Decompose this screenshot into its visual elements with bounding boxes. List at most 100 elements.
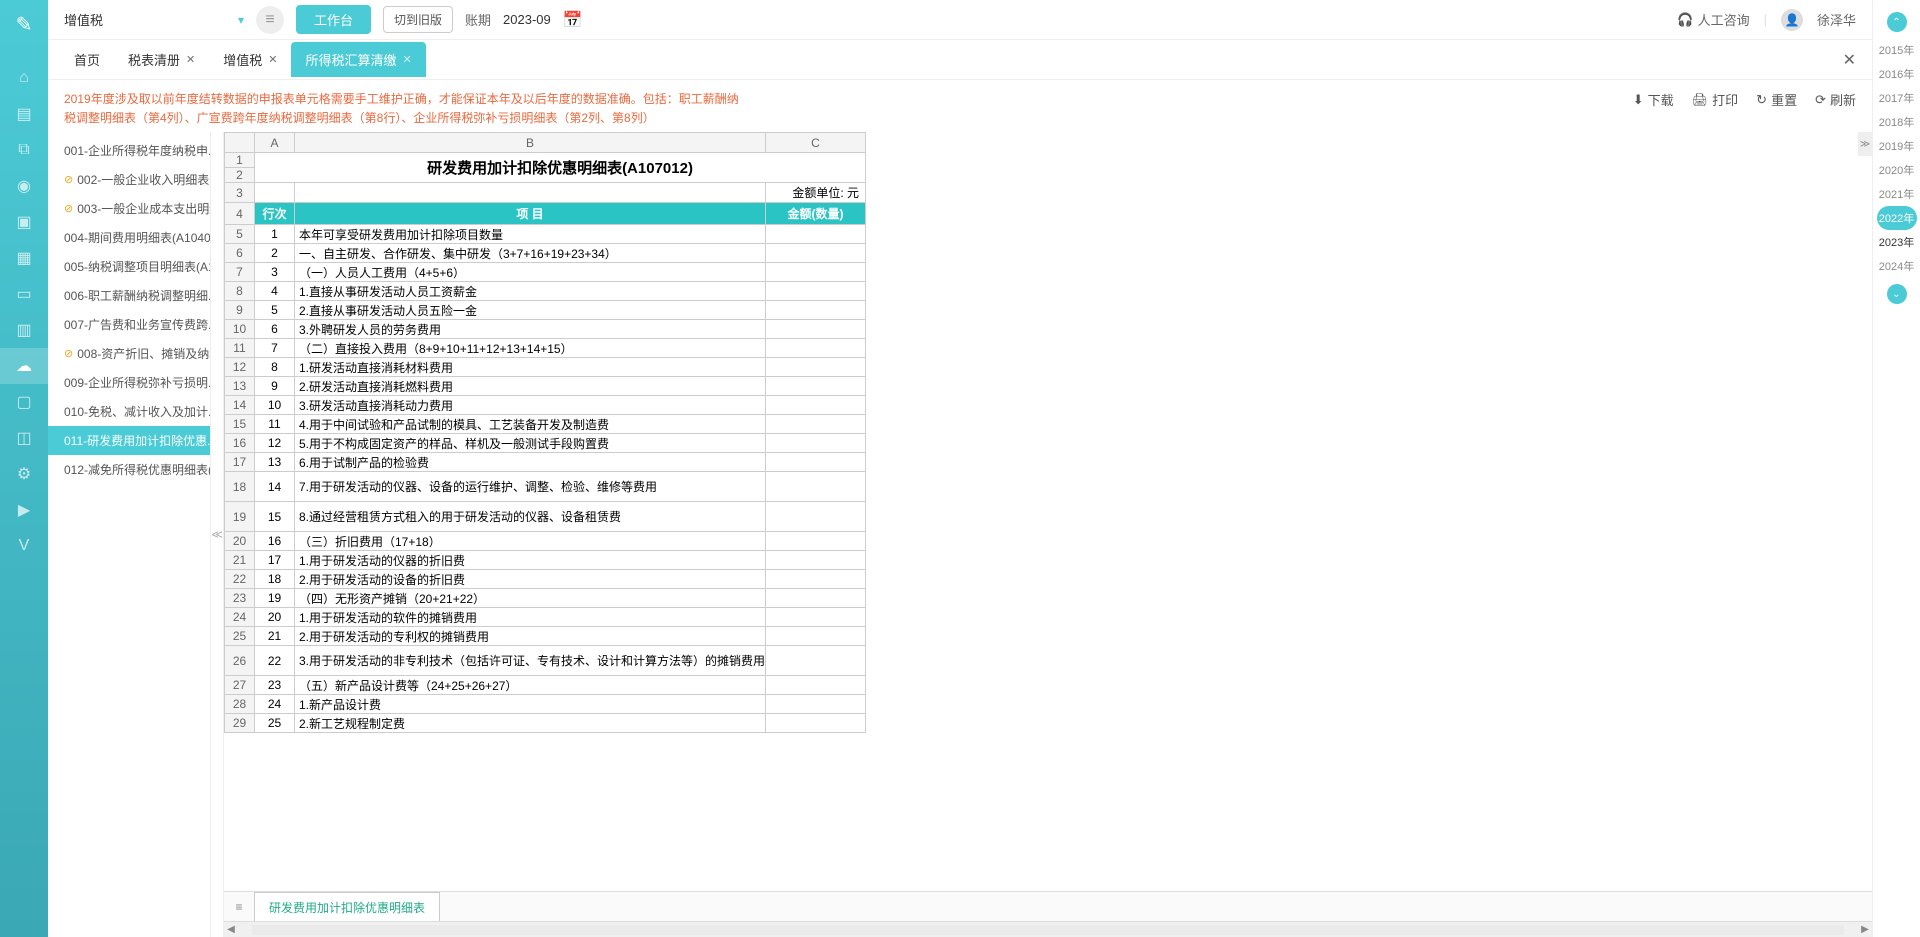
item-row-24[interactable]: 1.新产品设计费 (295, 695, 766, 714)
year-2018年[interactable]: 2018年 (1877, 110, 1917, 134)
tab-1[interactable]: 税表清册✕ (114, 42, 209, 77)
nav-video-icon[interactable]: ▶ (0, 492, 48, 528)
spreadsheet[interactable]: ABC1研发费用加计扣除优惠明细表(A107012)23金额单位: 元4行次项 … (224, 132, 1872, 891)
form-item-11[interactable]: 012-减免所得税优惠明细表(... (48, 455, 210, 484)
tab-2[interactable]: 增值税✕ (209, 42, 291, 77)
form-item-7[interactable]: ⊘008-资产折旧、摊销及纳税... (48, 339, 210, 368)
item-row-11[interactable]: 4.用于中间试验和产品试制的模具、工艺装备开发及制造费 (295, 415, 766, 434)
year-2017年[interactable]: 2017年 (1877, 86, 1917, 110)
nav-home-icon[interactable]: ⌂ (0, 60, 48, 96)
reset-button[interactable]: ↻重置 (1756, 90, 1797, 109)
item-row-22[interactable]: 3.用于研发活动的非专利技术（包括许可证、专有技术、设计和计算方法等）的摊销费用 (295, 646, 766, 676)
refresh-button[interactable]: ⟳刷新 (1815, 90, 1856, 109)
year-2022年[interactable]: 2022年 (1877, 206, 1917, 230)
year-down-button[interactable]: ⌄ (1887, 284, 1907, 304)
nav-clipboard-icon[interactable]: ▣ (0, 204, 48, 240)
scroll-right-icon[interactable]: ▶ (1858, 924, 1872, 935)
col-header-A[interactable]: A (255, 133, 295, 153)
item-row-21[interactable]: 2.用于研发活动的专利权的摊销费用 (295, 627, 766, 646)
period-value[interactable]: 2023-09 (503, 12, 551, 27)
download-button[interactable]: ⬇下载 (1633, 90, 1674, 109)
year-2016年[interactable]: 2016年 (1877, 62, 1917, 86)
col-header-B[interactable]: B (295, 133, 766, 153)
tab-close-icon[interactable]: ✕ (186, 53, 195, 66)
tab-3[interactable]: 所得税汇算清缴✕ (291, 42, 425, 77)
item-row-14[interactable]: 7.用于研发活动的仪器、设备的运行维护、调整、检验、维修等费用 (295, 472, 766, 502)
form-item-4[interactable]: 005-纳税调整项目明细表(A1... (48, 252, 210, 281)
year-2015年[interactable]: 2015年 (1877, 38, 1917, 62)
nav-doc-icon[interactable]: ▤ (0, 96, 48, 132)
year-2019年[interactable]: 2019年 (1877, 134, 1917, 158)
form-item-6[interactable]: 007-广告费和业务宣传费跨... (48, 310, 210, 339)
nav-calendar-icon[interactable]: ▥ (0, 312, 48, 348)
year-up-button[interactable]: ⌃ (1887, 12, 1907, 32)
nav-settings-icon[interactable]: ⚙ (0, 456, 48, 492)
item-row-19[interactable]: （四）无形资产摊销（20+21+22） (295, 589, 766, 608)
user-avatar[interactable]: 👤 (1781, 9, 1803, 31)
year-2021年[interactable]: 2021年 (1877, 182, 1917, 206)
nav-money-icon[interactable]: ◉ (0, 168, 48, 204)
tab-close-icon[interactable]: ✕ (268, 53, 277, 66)
nav-archive-icon[interactable]: ▢ (0, 384, 48, 420)
horizontal-scrollbar[interactable]: ◀ ▶ (224, 921, 1872, 937)
item-row-6[interactable]: 3.外聘研发人员的劳务费用 (295, 320, 766, 339)
sheet-title[interactable]: 研发费用加计扣除优惠明细表(A107012) (255, 153, 866, 183)
item-row-18[interactable]: 2.用于研发活动的设备的折旧费 (295, 570, 766, 589)
item-row-1[interactable]: 本年可享受研发费用加计扣除项目数量 (295, 225, 766, 244)
nav-report-icon[interactable]: ▦ (0, 240, 48, 276)
item-row-8[interactable]: 1.研发活动直接消耗材料费用 (295, 358, 766, 377)
tab-0[interactable]: 首页 (60, 42, 114, 77)
user-name[interactable]: 徐泽华 (1817, 10, 1856, 29)
form-item-5[interactable]: 006-职工薪酬纳税调整明细... (48, 281, 210, 310)
item-row-12[interactable]: 5.用于不构成固定资产的样品、样机及一般测试手段购置费 (295, 434, 766, 453)
form-item-10[interactable]: 011-研发费用加计扣除优惠... (48, 426, 210, 455)
calendar-icon[interactable]: 📅 (563, 10, 583, 30)
item-row-5[interactable]: 2.直接从事研发活动人员五险一金 (295, 301, 766, 320)
nav-inbox-icon[interactable]: ◫ (0, 420, 48, 456)
form-item-9[interactable]: 010-免税、减计收入及加计... (48, 397, 210, 426)
support-link[interactable]: 🎧 人工咨询 (1677, 10, 1749, 29)
year-2020年[interactable]: 2020年 (1877, 158, 1917, 182)
scroll-left-icon[interactable]: ◀ (224, 924, 238, 935)
col-header-C[interactable]: C (766, 133, 866, 153)
item-row-10[interactable]: 3.研发活动直接消耗动力费用 (295, 396, 766, 415)
form-item-2[interactable]: ⊘003-一般企业成本支出明细... (48, 194, 210, 223)
item-row-2[interactable]: 一、自主研发、合作研发、集中研发（3+7+16+19+23+34） (295, 244, 766, 263)
item-row-13[interactable]: 6.用于试制产品的检验费 (295, 453, 766, 472)
item-row-20[interactable]: 1.用于研发活动的软件的摊销费用 (295, 608, 766, 627)
workbench-button[interactable]: 工作台 (296, 5, 371, 34)
year-2023年[interactable]: 2023年 (1877, 230, 1917, 254)
nav-sidebar: ✎ ⌂ ▤ ⧉ ◉ ▣ ▦ ▭ ▥ ☁ ▢ ◫ ⚙ ▶ V (0, 0, 48, 937)
form-item-8[interactable]: 009-企业所得税弥补亏损明... (48, 368, 210, 397)
item-row-15[interactable]: 8.通过经营租赁方式租入的用于研发活动的仪器、设备租赁费 (295, 502, 766, 532)
tab-close-icon[interactable]: ✕ (403, 53, 412, 66)
sheet-tab[interactable]: 研发费用加计扣除优惠明细表 (254, 892, 440, 922)
collapse-sidebar-handle[interactable]: ≪ (210, 132, 224, 937)
nav-form-icon[interactable]: ▭ (0, 276, 48, 312)
nav-chart-icon[interactable]: ⧉ (0, 132, 48, 168)
sheet-tabs-bar: ≡ 研发费用加计扣除优惠明细表 (224, 891, 1872, 921)
item-row-7[interactable]: （二）直接投入费用（8+9+10+11+12+13+14+15） (295, 339, 766, 358)
form-item-3[interactable]: 004-期间费用明细表(A1040... (48, 223, 210, 252)
switch-old-button[interactable]: 切到旧版 (383, 6, 453, 33)
item-row-25[interactable]: 2.新工艺规程制定费 (295, 714, 766, 733)
close-all-tabs[interactable]: ✕ (1839, 46, 1860, 74)
item-row-23[interactable]: （五）新产品设计费等（24+25+26+27） (295, 676, 766, 695)
period-label: 账期 (465, 10, 491, 29)
year-2024年[interactable]: 2024年 (1877, 254, 1917, 278)
sheet-menu-button[interactable]: ≡ (224, 900, 254, 914)
item-row-16[interactable]: （三）折旧费用（17+18） (295, 532, 766, 551)
item-row-17[interactable]: 1.用于研发活动的仪器的折旧费 (295, 551, 766, 570)
doc-button[interactable]: ≡ (256, 6, 284, 34)
expand-right-handle[interactable]: ≫ (1858, 132, 1872, 156)
nav-v-icon[interactable]: V (0, 528, 48, 564)
item-row-3[interactable]: （一）人员人工费用（4+5+6） (295, 263, 766, 282)
form-item-0[interactable]: 001-企业所得税年度纳税申... (48, 136, 210, 165)
print-button[interactable]: 🖨打印 (1692, 90, 1739, 109)
item-row-9[interactable]: 2.研发活动直接消耗燃料费用 (295, 377, 766, 396)
form-item-1[interactable]: ⊘002-一般企业收入明细表(A... (48, 165, 210, 194)
tax-type-select[interactable]: 增值税 ▾ (64, 10, 244, 29)
unit-label[interactable]: 金额单位: 元 (766, 183, 866, 203)
item-row-4[interactable]: 1.直接从事研发活动人员工资薪金 (295, 282, 766, 301)
nav-tax-icon[interactable]: ☁ (0, 348, 48, 384)
